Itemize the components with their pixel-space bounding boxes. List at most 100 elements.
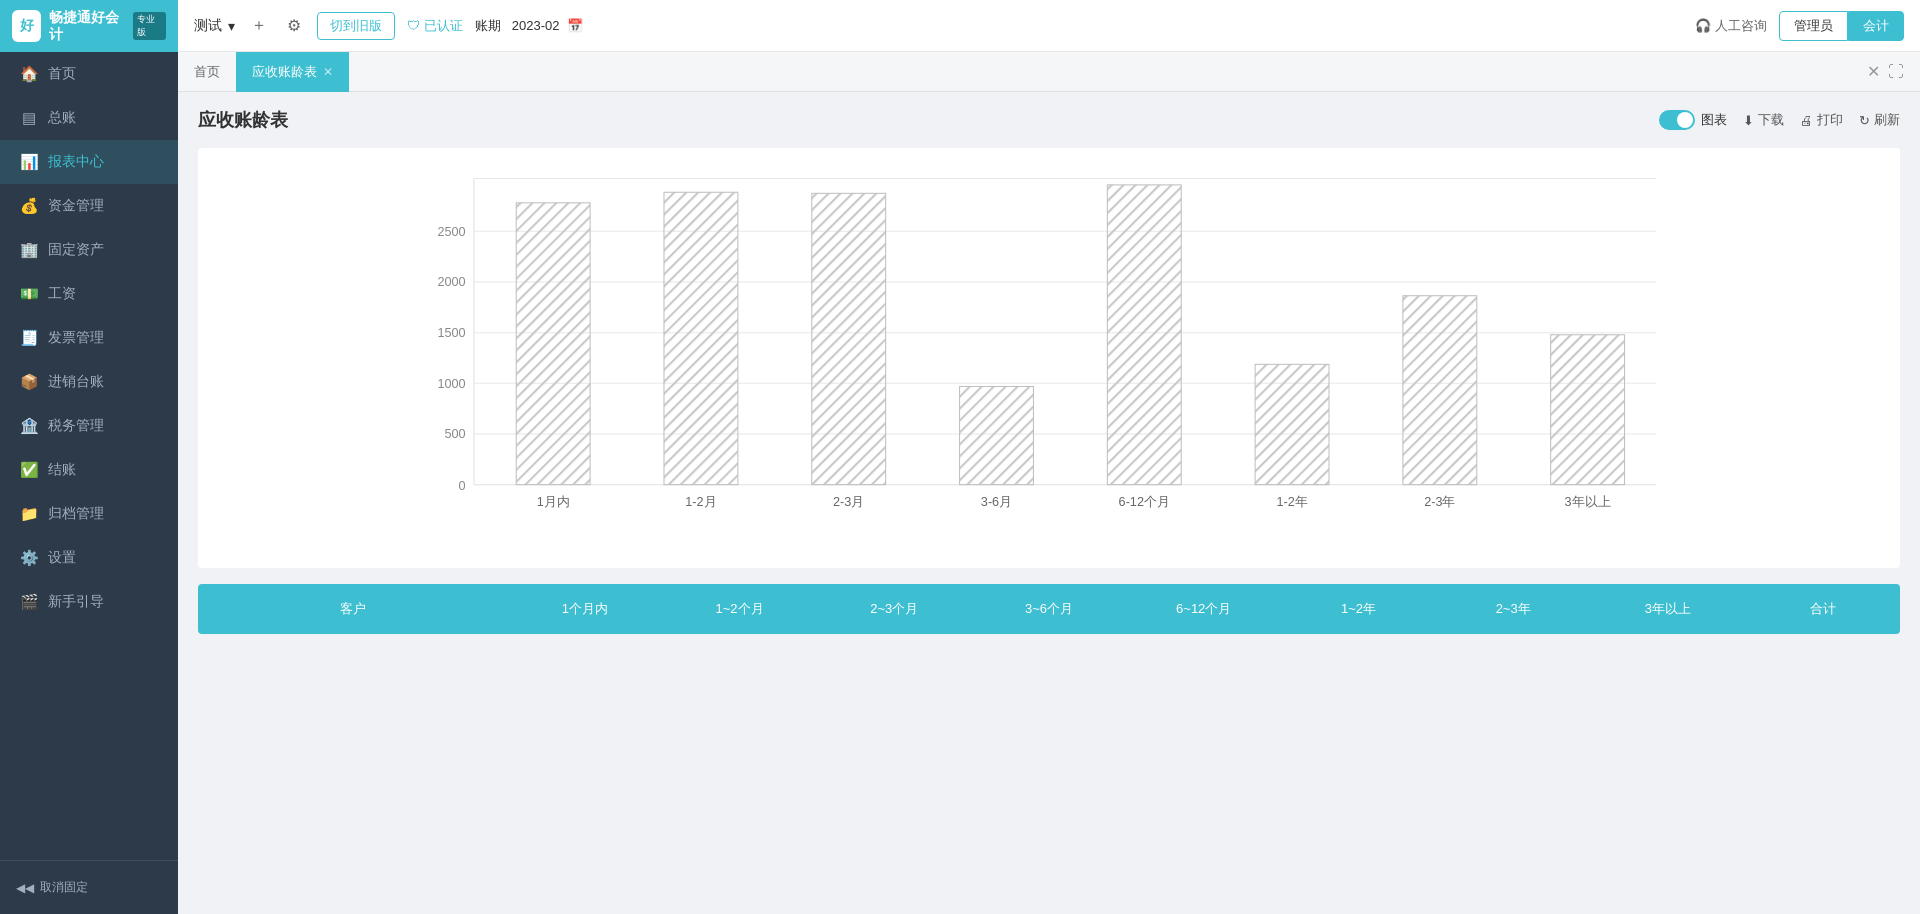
top-bar: 测试 ▾ ＋ ⚙ 切到旧版 🛡 已认证 账期 2023-02 📅 🎧 人工咨询 … [178, 0, 1920, 52]
sidebar-item-assets[interactable]: 🏢 固定资产 [0, 228, 178, 272]
svg-text:1500: 1500 [437, 326, 465, 340]
svg-text:3年以上: 3年以上 [1565, 495, 1611, 509]
assets-icon: 🏢 [20, 241, 38, 259]
sidebar-item-funds-label: 资金管理 [48, 197, 104, 215]
headset-icon: 🎧 [1695, 18, 1711, 33]
switch-version-button[interactable]: 切到旧版 [317, 12, 395, 40]
settings-icon: ⚙️ [20, 549, 38, 567]
certified-label: 已认证 [424, 17, 463, 35]
purchase-icon: 📦 [20, 373, 38, 391]
page-header: 应收账龄表 图表 ⬇ 下载 🖨 打印 ↻ [198, 108, 1900, 132]
tab-aging[interactable]: 应收账龄表 ✕ [236, 52, 349, 92]
reports-icon: 📊 [20, 153, 38, 171]
archive-icon: 📁 [20, 505, 38, 523]
sidebar-nav: 🏠 首页 ▤ 总账 📊 报表中心 💰 资金管理 🏢 固定资产 💵 工资 🧾 发票… [0, 52, 178, 860]
table-col-3-6m: 3~6个月 [972, 584, 1127, 634]
svg-text:1-2月: 1-2月 [685, 495, 716, 509]
svg-text:1月内: 1月内 [537, 495, 570, 509]
sidebar-item-archive[interactable]: 📁 归档管理 [0, 492, 178, 536]
settlement-icon: ✅ [20, 461, 38, 479]
page-actions: 图表 ⬇ 下载 🖨 打印 ↻ 刷新 [1659, 110, 1900, 130]
sidebar-item-settlement[interactable]: ✅ 结账 [0, 448, 178, 492]
close-window-icon[interactable]: ✕ [1867, 62, 1880, 81]
table-col-2-3y: 2~3年 [1436, 584, 1591, 634]
svg-text:6-12个月: 6-12个月 [1119, 495, 1170, 509]
sidebar-item-ledger[interactable]: ▤ 总账 [0, 96, 178, 140]
tab-bar-actions: ✕ ⛶ [1851, 62, 1920, 81]
sidebar-item-settings-label: 设置 [48, 549, 76, 567]
svg-text:2-3年: 2-3年 [1424, 495, 1455, 509]
guide-icon: 🎬 [20, 593, 38, 611]
refresh-icon: ↻ [1859, 113, 1870, 128]
sidebar-item-assets-label: 固定资产 [48, 241, 104, 259]
sidebar-item-ledger-label: 总账 [48, 109, 76, 127]
funds-icon: 💰 [20, 197, 38, 215]
home-icon: 🏠 [20, 65, 38, 83]
sidebar-item-tax[interactable]: 🏦 税务管理 [0, 404, 178, 448]
sidebar-item-guide[interactable]: 🎬 新手引导 [0, 580, 178, 624]
sidebar-item-settings[interactable]: ⚙️ 设置 [0, 536, 178, 580]
workspace-selector[interactable]: 测试 ▾ [194, 17, 235, 35]
svg-rect-21 [960, 387, 1034, 485]
svg-text:1000: 1000 [437, 377, 465, 391]
sidebar-item-guide-label: 新手引导 [48, 593, 104, 611]
workspace-chevron-icon: ▾ [228, 18, 235, 34]
table-col-1-2m: 1~2个月 [662, 584, 817, 634]
sidebar-item-tax-label: 税务管理 [48, 417, 104, 435]
app-name: 畅捷通好会计 [49, 9, 125, 43]
table-col-1m: 1个月内 [507, 584, 662, 634]
accountant-button[interactable]: 会计 [1848, 11, 1904, 41]
svg-rect-23 [1107, 185, 1181, 485]
period-label: 账期 2023-02 📅 [475, 17, 583, 35]
page-title: 应收账龄表 [198, 108, 288, 132]
expand-icon[interactable]: ⛶ [1888, 63, 1904, 81]
bar-chart: 0 500 1000 1500 2000 2500 1月内 [218, 168, 1870, 548]
sidebar-item-archive-label: 归档管理 [48, 505, 104, 523]
sidebar-item-payroll-label: 工资 [48, 285, 76, 303]
svg-rect-25 [1255, 364, 1329, 484]
cancel-pin-button[interactable]: ◀◀ 取消固定 [0, 871, 178, 904]
payroll-icon: 💵 [20, 285, 38, 303]
sidebar-item-reports[interactable]: 📊 报表中心 [0, 140, 178, 184]
print-button[interactable]: 🖨 打印 [1800, 111, 1843, 129]
sidebar-item-home[interactable]: 🏠 首页 [0, 52, 178, 96]
ledger-icon: ▤ [20, 109, 38, 127]
table-header: 客户 1个月内 1~2个月 2~3个月 3~6个月 6~12个月 1~2年 2~… [198, 584, 1900, 634]
svg-text:1-2年: 1-2年 [1276, 495, 1307, 509]
user-buttons: 管理员 会计 [1779, 11, 1904, 41]
refresh-button[interactable]: ↻ 刷新 [1859, 111, 1900, 129]
settings-button[interactable]: ⚙ [283, 12, 305, 39]
table-col-6-12m: 6~12个月 [1126, 584, 1281, 634]
sidebar-item-invoice[interactable]: 🧾 发票管理 [0, 316, 178, 360]
table-col-1-2y: 1~2年 [1281, 584, 1436, 634]
svg-text:500: 500 [444, 427, 465, 441]
workspace-name: 测试 [194, 17, 222, 35]
table-col-total: 合计 [1745, 584, 1900, 634]
download-button[interactable]: ⬇ 下载 [1743, 111, 1784, 129]
sidebar-item-funds[interactable]: 💰 资金管理 [0, 184, 178, 228]
shield-icon: 🛡 [407, 18, 420, 33]
content: 应收账龄表 图表 ⬇ 下载 🖨 打印 ↻ [178, 92, 1920, 914]
tab-close-icon[interactable]: ✕ [323, 65, 333, 79]
period-value: 2023-02 [512, 18, 560, 33]
sidebar-item-purchase-label: 进销台账 [48, 373, 104, 391]
svg-text:2-3月: 2-3月 [833, 495, 864, 509]
table-col-2-3m: 2~3个月 [817, 584, 972, 634]
sidebar-item-home-label: 首页 [48, 65, 76, 83]
sidebar-item-settlement-label: 结账 [48, 461, 76, 479]
content-inner: 应收账龄表 图表 ⬇ 下载 🖨 打印 ↻ [178, 92, 1920, 914]
add-button[interactable]: ＋ [247, 11, 271, 40]
manager-button[interactable]: 管理员 [1779, 11, 1848, 41]
consultation-button[interactable]: 🎧 人工咨询 [1695, 17, 1767, 35]
print-icon: 🖨 [1800, 113, 1813, 128]
cancel-pin-label: 取消固定 [40, 879, 88, 896]
svg-text:0: 0 [459, 479, 466, 493]
sidebar-item-purchase[interactable]: 📦 进销台账 [0, 360, 178, 404]
tab-bar: 首页 应收账龄表 ✕ ✕ ⛶ [178, 52, 1920, 92]
sidebar-item-invoice-label: 发票管理 [48, 329, 104, 347]
sidebar-bottom: ◀◀ 取消固定 [0, 860, 178, 914]
sidebar-item-payroll[interactable]: 💵 工资 [0, 272, 178, 316]
app-logo-text: 畅捷通好会计 [49, 9, 125, 43]
chart-toggle[interactable] [1659, 110, 1695, 130]
tab-home[interactable]: 首页 [178, 52, 236, 92]
